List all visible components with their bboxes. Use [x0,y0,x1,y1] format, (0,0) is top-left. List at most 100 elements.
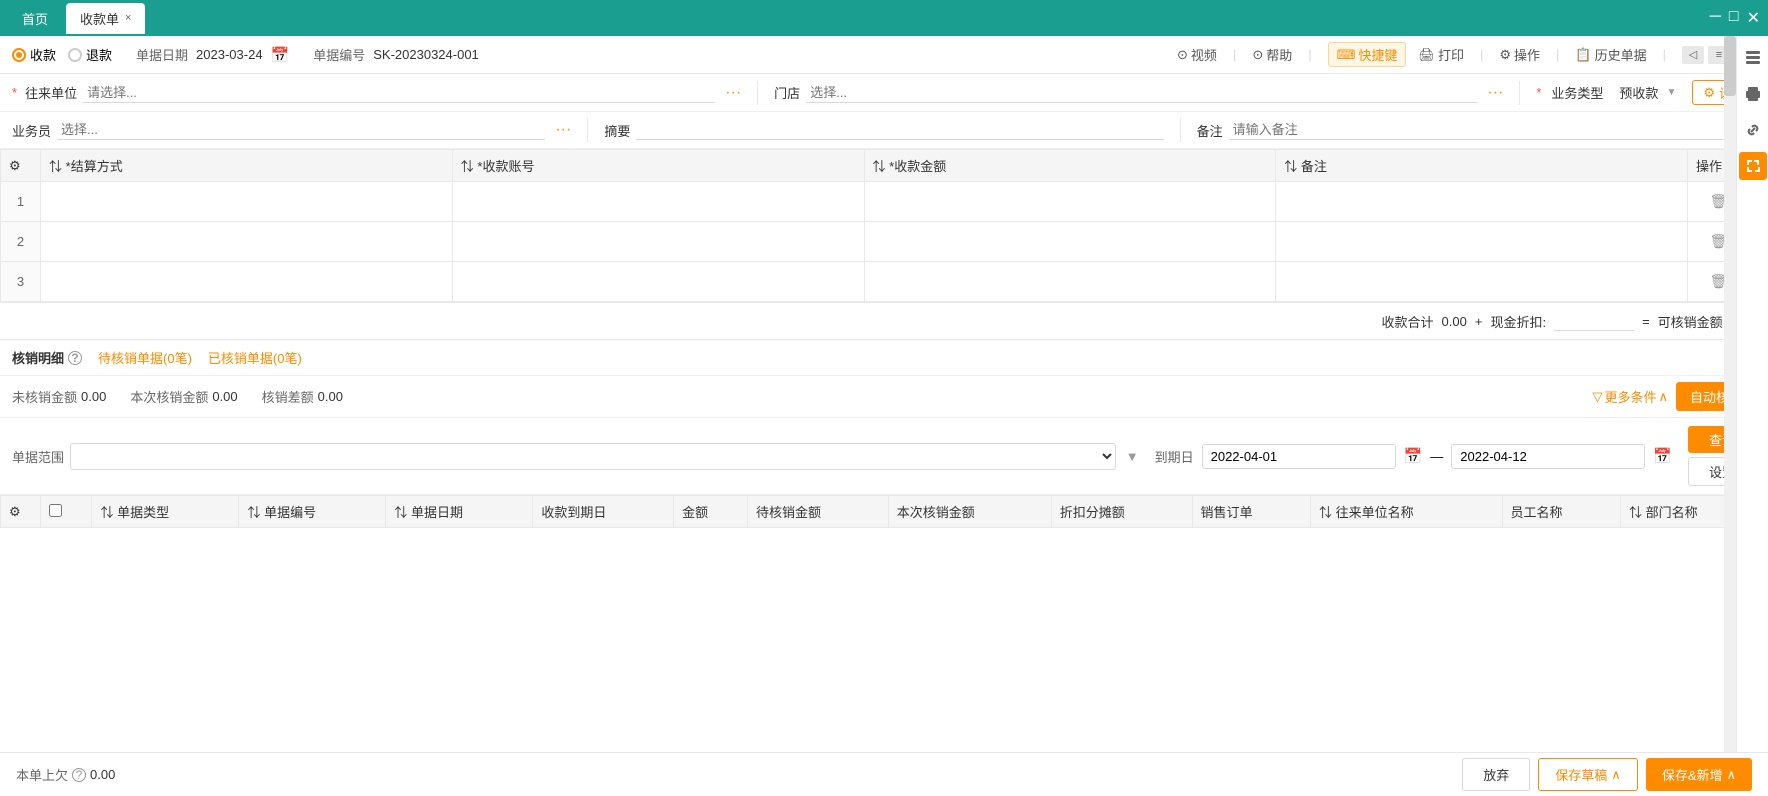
toolbar-row: 收款 退款 单据日期 2023-03-24 📅 单据编号 SK-20230324… [0,36,1768,74]
notes-input[interactable] [1229,120,1756,140]
summary-label: 摘要 [604,121,630,140]
radio-receipt[interactable]: 收款 [12,45,56,64]
vcol-select-all[interactable] [49,504,62,517]
save-draft-button[interactable]: 保存草稿 ∧ [1538,758,1638,791]
staff-input[interactable] [57,120,545,140]
partner-input[interactable] [83,83,715,103]
verify-info-icon[interactable]: ? [68,351,82,365]
row-3-amount-input[interactable] [865,262,1276,301]
row-3-settle-input[interactable] [41,262,452,301]
layout-icon-1[interactable]: ◁ [1682,46,1704,64]
row-2-notes-input[interactable] [1276,222,1687,261]
save-new-button[interactable]: 保存&新增 ∧ [1646,758,1752,791]
date-from-calendar-icon[interactable]: 📅 [1404,447,1423,465]
summary-input[interactable] [636,120,1163,140]
tab-bar-right: ─ □ ✕ [1710,8,1760,28]
window-close-icon[interactable]: ✕ [1747,8,1760,28]
verify-table: ⚙ ⇅ 单据类型 ⇅ 单据编号 ⇅ 单据日期 收款到期日 金额 待核销金额 本次… [0,495,1768,528]
row-2-account-input[interactable] [453,222,864,261]
vcol-current-amount: 本次核销金额 [888,496,1051,528]
date-calendar-icon[interactable]: 📅 [271,46,290,64]
video-label: 视频 [1191,45,1217,64]
vcol-partner[interactable]: ⇅ 往来单位名称 [1310,496,1502,528]
vcol-no[interactable]: ⇅ 单据编号 [239,496,386,528]
range-dropdown-icon[interactable]: ▼ [1126,449,1139,464]
right-sidebar [1736,36,1768,796]
shortcut-btn[interactable]: ⌨ 快捷键 [1328,42,1407,67]
scroll-thumb[interactable] [1724,36,1736,96]
verify-tab-completed-label: 已核销单据(0笔) [208,351,302,366]
tab-receipt-label: 收款单 [80,9,119,28]
sep1: | [1233,47,1236,62]
sidebar-table-icon[interactable] [1739,44,1767,72]
store-input[interactable] [806,83,1477,103]
date-to-calendar-icon[interactable]: 📅 [1653,447,1672,465]
radio-refund[interactable]: 退款 [68,45,112,64]
range-select[interactable] [70,443,1116,470]
row-2-amount-input[interactable] [865,222,1276,261]
store-more-btn[interactable]: ··· [1487,84,1503,102]
staff-label: 业务员 [12,121,51,140]
row-3-account-input[interactable] [453,262,864,301]
toolbar-no-info: 单据编号 SK-20230324-001 [313,45,479,64]
tab-bar: 首页 收款单 × ─ □ ✕ [0,0,1768,36]
window-minimize-icon[interactable]: ─ [1710,8,1721,28]
vtable-gear-header[interactable]: ⚙ [1,496,41,528]
sep3: | [1480,47,1483,62]
operation-btn[interactable]: ⚙ 操作 [1499,45,1540,64]
sidebar-expand-icon[interactable] [1739,152,1767,180]
window-maximize-icon[interactable]: □ [1729,8,1739,28]
store-label: 门店 [774,83,800,102]
help-btn[interactable]: ⊙ 帮助 [1252,45,1292,64]
vcol-date[interactable]: ⇅ 单据日期 [386,496,533,528]
tab-close-icon[interactable]: × [125,12,131,24]
scrollbar[interactable] [1724,36,1736,752]
divider-1 [757,81,758,105]
table-row: 1 🗑 ⧉ [1,182,1768,222]
row-1-amount-input[interactable] [865,182,1276,221]
row-num-1: 1 [1,182,41,222]
history-btn[interactable]: 📋 历史单据 [1575,45,1646,64]
toolbar-date-info: 单据日期 2023-03-24 📅 [136,45,289,64]
available-label: 可核销金额 [1658,312,1723,331]
equals-sign: = [1642,314,1650,329]
verify-tab-completed[interactable]: 已核销单据(0笔) [208,348,302,367]
shortcut-label: 快捷键 [1358,45,1397,64]
sidebar-link-icon[interactable] [1739,116,1767,144]
date-to-input[interactable] [1451,444,1645,469]
row-1-notes-input[interactable] [1276,182,1687,221]
table-row: 3 🗑 ⧉ [1,262,1768,302]
radio-group: 收款 退款 [12,45,112,64]
staff-more-btn[interactable]: ··· [555,121,571,139]
date-from-input[interactable] [1202,444,1396,469]
vcol-type[interactable]: ⇅ 单据类型 [92,496,239,528]
row-2-amount [864,222,1276,262]
print-btn[interactable]: 🖨 打印 [1418,45,1464,64]
row-1-settle-input[interactable] [41,182,452,221]
row-3-notes-input[interactable] [1276,262,1687,301]
video-btn[interactable]: ⊙ 视频 [1177,45,1217,64]
more-conditions-btn[interactable]: ▽ 更多条件 ∧ [1592,387,1668,406]
tab-receipt[interactable]: 收款单 × [66,3,145,34]
table-row: 2 🗑 ⧉ [1,222,1768,262]
abandon-button[interactable]: 放弃 [1462,758,1530,791]
row-2-settle-input[interactable] [41,222,452,261]
tab-home[interactable]: 首页 [8,3,62,34]
partner-more-btn[interactable]: ··· [725,84,741,102]
bottom-info-icon[interactable]: ? [72,768,86,782]
row-1-account-input[interactable] [453,182,864,221]
verify-tab-pending[interactable]: 待核销单据(0笔) [98,348,192,367]
verify-header: 核销明细 ? 待核销单据(0笔) 已核销单据(0笔) [0,340,1768,376]
table-gear-header[interactable]: ⚙ [1,150,41,182]
sidebar-print-icon[interactable] [1739,80,1767,108]
current-value: 0.00 [212,389,237,404]
discount-input[interactable] [1554,311,1634,331]
video-icon: ⊙ [1177,47,1188,63]
date-range-separator: — [1430,449,1443,464]
vcol-staff: 员工名称 [1502,496,1620,528]
save-new-arrow: ∧ [1726,767,1736,783]
bt-dropdown-icon[interactable]: ▼ [1666,87,1676,98]
bt-value: 预收款 [1619,83,1658,102]
col-notes: ⇅ 备注 [1276,150,1688,182]
save-draft-label: 保存草稿 [1555,765,1607,784]
